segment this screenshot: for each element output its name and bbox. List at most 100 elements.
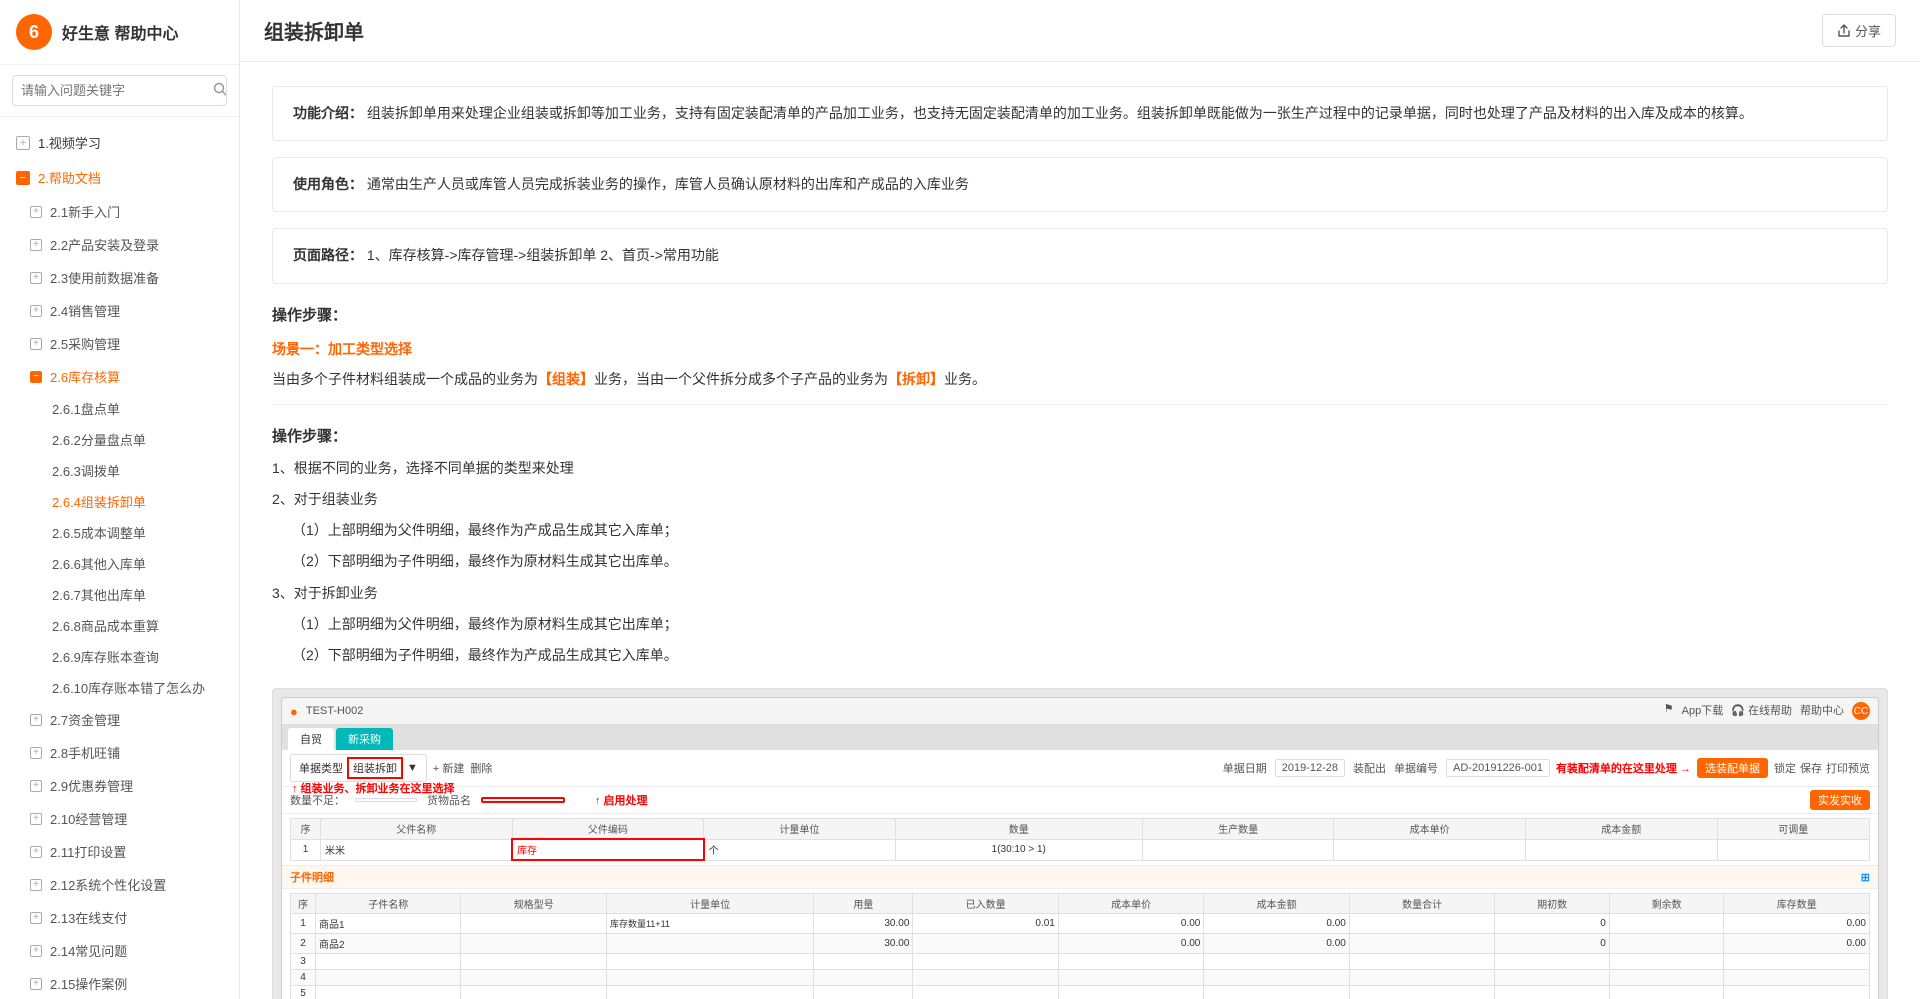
company-name: TEST-H002 — [306, 705, 363, 717]
nav-section-1: + 1.视频学习 — [0, 125, 239, 160]
sidebar-item-label: 2.8手机旺铺 — [50, 743, 120, 762]
sidebar-item-sales[interactable]: + 2.4销售管理 — [0, 294, 239, 327]
doc-type-selector[interactable]: 单据类型 组装拆卸 ▼ — [290, 754, 427, 782]
sidebar-leaf-assembly[interactable]: 2.6.4组装拆卸单 — [0, 486, 239, 517]
expand-icon: + — [16, 136, 30, 150]
sidebar-leaf-other-in[interactable]: 2.6.6其他入库单 — [0, 548, 239, 579]
path-text: 1、库存核算->库存管理->组装拆卸单 2、首页->常用功能 — [367, 247, 719, 263]
content-area: 功能介绍： 组装拆卸单用来处理企业组装或拆卸等加工业务，支持有固定装配清单的产品… — [240, 62, 1920, 999]
scene1-title: 场景一：加工类型选择 — [272, 339, 1888, 359]
expand-icon: + — [30, 747, 42, 759]
sidebar-item-coupon[interactable]: + 2.9优惠券管理 — [0, 769, 239, 802]
order-info: 单据日期 2019-12-28 装配出 单据编号 AD-20191226-001 — [1223, 759, 1550, 777]
op-steps-intro: 操作步骤： — [272, 425, 1888, 446]
confirm-btn[interactable]: 实发实收 — [1810, 790, 1870, 810]
func-intro-label: 功能介绍： — [293, 105, 363, 121]
func-intro-text: 组装拆卸单用来处理企业组装或拆卸等加工业务，支持有固定装配清单的产品加工业务，也… — [367, 105, 1753, 121]
expand-icon: + — [30, 206, 42, 218]
nav-section-2: − 2.帮助文档 + 2.1新手入门 + 2.2产品安装及登录 + 2.3使用前… — [0, 160, 239, 999]
step2: 2、对于组装业务 — [272, 487, 1888, 512]
sidebar-item-biz-mgmt[interactable]: + 2.10经营管理 — [0, 802, 239, 835]
sidebar-item-mobile[interactable]: + 2.8手机旺铺 — [0, 736, 239, 769]
expand-icon: + — [30, 879, 42, 891]
sidebar-item-label: 2.6库存核算 — [50, 367, 120, 386]
search-input[interactable] — [13, 77, 205, 104]
expand-icon: + — [30, 272, 42, 284]
sidebar-leaf-other-out[interactable]: 2.6.7其他出库单 — [0, 579, 239, 610]
sidebar-item-label: 2.14常见问题 — [50, 941, 127, 960]
sidebar-item-label: 2.12系统个性化设置 — [50, 875, 166, 894]
action-btns: 锁定保存打印预览 — [1774, 760, 1870, 776]
sidebar-leaf-stock-fix[interactable]: 2.6.10库存账本错了怎么办 — [0, 672, 239, 703]
expand-icon: − — [16, 171, 30, 185]
path-label: 页面路径： — [293, 247, 363, 263]
sidebar-leaf-stock-take[interactable]: 2.6.1盘点单 — [0, 393, 239, 424]
logo-area: 6 好生意 帮助中心 — [0, 0, 239, 65]
tab-zizhan[interactable]: 自贸 — [288, 728, 334, 750]
sidebar-item-label: 2.10经营管理 — [50, 809, 127, 828]
tab-new-purchase[interactable]: 新采购 — [336, 728, 393, 750]
sidebar-item-newbie[interactable]: + 2.1新手入门 — [0, 195, 239, 228]
sidebar-section-label: 1.视频学习 — [38, 133, 101, 152]
scene1-desc: 当由多个子件材料组装成一个成品的业务为【组装】业务，当由一个父件拆分成多个子产品… — [272, 367, 1888, 392]
annotation-assembly-select: ↑ 组装业务、拆卸业务在这里选择 — [292, 780, 455, 796]
new-btn[interactable]: + 新建 — [433, 760, 464, 776]
qty-input[interactable] — [355, 798, 417, 802]
op-steps-title: 操作步骤： — [272, 304, 1888, 325]
topbar-links: ⚑App下载🎧 在线帮助帮助中心 CC — [1664, 702, 1870, 720]
sidebar-leaf-cost-adj[interactable]: 2.6.5成本调整单 — [0, 517, 239, 548]
sidebar-item-settings[interactable]: + 2.12系统个性化设置 — [0, 868, 239, 901]
goods-input[interactable] — [481, 797, 565, 803]
share-icon — [1837, 24, 1851, 38]
app-logo: ● — [290, 704, 298, 719]
share-button[interactable]: 分享 — [1822, 14, 1896, 47]
step1: 1、根据不同的业务，选择不同单据的类型来处理 — [272, 456, 1888, 481]
sidebar-item-finance[interactable]: + 2.7资金管理 — [0, 703, 239, 736]
sidebar-item-install[interactable]: + 2.2产品安装及登录 — [0, 228, 239, 261]
sidebar-leaf-transfer[interactable]: 2.6.3调拨单 — [0, 455, 239, 486]
sidebar-section-label: 2.帮助文档 — [38, 168, 101, 187]
sidebar-leaf-cost-recalc[interactable]: 2.6.8商品成本重算 — [0, 610, 239, 641]
expand-icon: + — [30, 978, 42, 990]
path-block: 页面路径： 1、库存核算->库存管理->组装拆卸单 2、首页->常用功能 — [272, 228, 1888, 283]
sidebar-item-help-docs[interactable]: − 2.帮助文档 — [0, 160, 239, 195]
select-bom-btn[interactable]: 选装配单据 — [1697, 758, 1768, 778]
sidebar-item-payment[interactable]: + 2.13在线支付 — [0, 901, 239, 934]
expand-icon: + — [30, 338, 42, 350]
step2-2: （2）下部明细为子件明细，最终作为原材料生成其它出库单。 — [272, 549, 1888, 574]
expand-icon: − — [30, 371, 42, 383]
upper-table-area: 序 父件名称 父件编码 计量单位 数量 生产数量 成本单价 成本金额 可调量 — [282, 814, 1878, 865]
sidebar-leaf-stock-query[interactable]: 2.6.9库存账本查询 — [0, 641, 239, 672]
role-label: 使用角色： — [293, 176, 363, 192]
sidebar-item-label: 2.11打印设置 — [50, 842, 126, 861]
sidebar-item-video-learning[interactable]: + 1.视频学习 — [0, 125, 239, 160]
search-button[interactable] — [205, 76, 227, 105]
del-btn[interactable]: 删除 — [470, 760, 492, 776]
expand-icon: + — [30, 846, 42, 858]
sidebar-item-faq[interactable]: + 2.14常见问题 — [0, 934, 239, 967]
lower-section-label: 子件明细 — [290, 869, 334, 885]
sidebar-item-data-prep[interactable]: + 2.3使用前数据准备 — [0, 261, 239, 294]
sidebar: 6 好生意 帮助中心 + 1.视频学习 − 2.帮助 — [0, 0, 240, 999]
sidebar-leaf-partial-stock[interactable]: 2.6.2分量盘点单 — [0, 424, 239, 455]
sidebar-item-purchase[interactable]: + 2.5采购管理 — [0, 327, 239, 360]
search-area — [0, 65, 239, 117]
expand-icon-lower[interactable]: ⊞ — [1861, 871, 1870, 884]
sidebar-item-label: 2.4销售管理 — [50, 301, 120, 320]
expand-icon: + — [30, 780, 42, 792]
sidebar-item-cases[interactable]: + 2.15操作案例 — [0, 967, 239, 999]
sidebar-item-print[interactable]: + 2.11打印设置 — [0, 835, 239, 868]
annotation-bom: 有装配清单的在这里处理 → — [1556, 760, 1691, 776]
sidebar-item-inventory[interactable]: − 2.6库存核算 — [0, 360, 239, 393]
brand-name: 好生意 帮助中心 — [62, 20, 178, 44]
expand-icon: + — [30, 239, 42, 251]
sidebar-item-label: 2.9优惠券管理 — [50, 776, 133, 795]
step3-2: （2）下部明细为子件明细，最终作为产成品生成其它入库单。 — [272, 643, 1888, 668]
role-text: 通常由生产人员或库管人员完成拆装业务的操作，库管人员确认原材料的出库和产成品的入… — [367, 176, 969, 192]
role-block: 使用角色： 通常由生产人员或库管人员完成拆装业务的操作，库管人员确认原材料的出库… — [272, 157, 1888, 212]
sidebar-sub-items: + 2.1新手入门 + 2.2产品安装及登录 + 2.3使用前数据准备 + 2.… — [0, 195, 239, 999]
sidebar-item-label: 2.15操作案例 — [50, 974, 127, 993]
search-box[interactable] — [12, 75, 227, 106]
func-intro-block: 功能介绍： 组装拆卸单用来处理企业组装或拆卸等加工业务，支持有固定装配清单的产品… — [272, 86, 1888, 141]
step2-1: （1）上部明细为父件明细，最终作为产成品生成其它入库单； — [272, 518, 1888, 543]
